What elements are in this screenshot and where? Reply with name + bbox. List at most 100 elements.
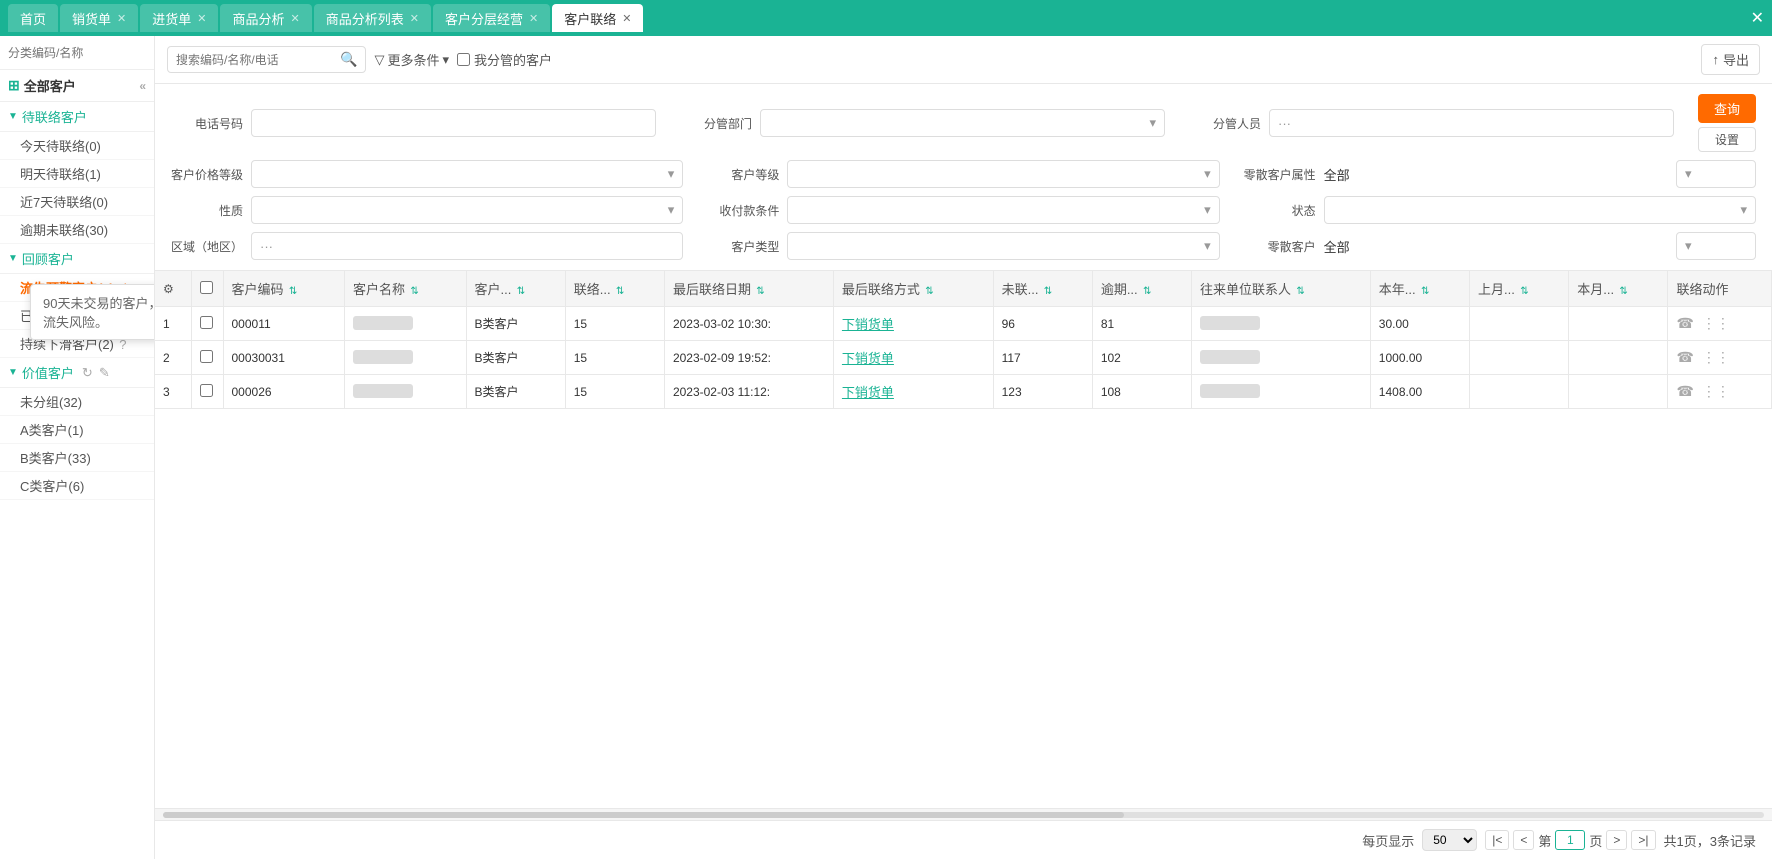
price-level-select[interactable] bbox=[251, 160, 683, 188]
tab-customer-segment[interactable]: 客户分层经营 ✕ bbox=[433, 4, 550, 32]
more-action-icon[interactable]: ⋮⋮ bbox=[1702, 315, 1730, 332]
sidebar-item-7days[interactable]: 近7天待联络(0) bbox=[0, 188, 154, 216]
row-checkbox[interactable] bbox=[200, 316, 213, 329]
th-no-contact: 未联... ⇅ bbox=[993, 271, 1092, 307]
refresh-icon[interactable]: ↻ bbox=[82, 365, 93, 381]
zero-retail-attr-select[interactable] bbox=[1676, 160, 1756, 188]
contact-icon[interactable]: ☎ bbox=[1676, 383, 1693, 400]
sort-contact-icon[interactable]: ⇅ bbox=[616, 286, 624, 297]
last-page-button[interactable]: >| bbox=[1631, 830, 1655, 850]
more-conditions-btn[interactable]: ▽ 更多条件 ▾ bbox=[374, 50, 449, 69]
select-all-checkbox[interactable] bbox=[200, 281, 213, 294]
page-label: 第 bbox=[1538, 831, 1551, 850]
query-button[interactable]: 查询 bbox=[1698, 94, 1756, 123]
sidebar-group-review[interactable]: ▼ 回顾客户 bbox=[0, 244, 154, 274]
page-number-input[interactable] bbox=[1555, 830, 1585, 850]
sort-code-icon[interactable]: ⇅ bbox=[289, 286, 297, 297]
sort-last-month-icon[interactable]: ⇅ bbox=[1520, 286, 1528, 297]
sort-this-year-icon[interactable]: ⇅ bbox=[1421, 286, 1429, 297]
th-checkbox[interactable] bbox=[191, 271, 223, 307]
search-button[interactable]: 🔍 bbox=[340, 51, 357, 68]
customer-level-select[interactable] bbox=[787, 160, 1219, 188]
tab-purchase-close[interactable]: ✕ bbox=[197, 12, 206, 25]
dept-select[interactable] bbox=[760, 109, 1165, 137]
last-contact-type-link[interactable]: 下销货单 bbox=[842, 317, 894, 332]
cell-checkbox[interactable] bbox=[191, 307, 223, 341]
sort-name-icon[interactable]: ⇅ bbox=[410, 286, 418, 297]
row-checkbox[interactable] bbox=[200, 384, 213, 397]
cell-checkbox[interactable] bbox=[191, 375, 223, 409]
tab-sales-close[interactable]: ✕ bbox=[117, 12, 126, 25]
tab-customer-contact-close[interactable]: ✕ bbox=[622, 12, 631, 25]
more-action-icon[interactable]: ⋮⋮ bbox=[1702, 349, 1730, 366]
status-chevron-icon bbox=[1740, 202, 1747, 218]
search-input[interactable] bbox=[176, 53, 336, 67]
sidebar-item-overdue[interactable]: 逾期未联络(30) bbox=[0, 216, 154, 244]
sidebar-item-b-class[interactable]: B类客户(33) bbox=[0, 444, 154, 472]
area-input[interactable]: ··· bbox=[251, 232, 683, 260]
th-settings[interactable]: ⚙ bbox=[155, 271, 191, 307]
page-unit: 页 bbox=[1589, 831, 1602, 850]
status-select[interactable] bbox=[1324, 196, 1756, 224]
sort-unit-contact-icon[interactable]: ⇅ bbox=[1296, 286, 1304, 297]
tab-product-analysis[interactable]: 商品分析 ✕ bbox=[220, 4, 311, 32]
sidebar-item-tomorrow[interactable]: 明天待联络(1) bbox=[0, 160, 154, 188]
sort-no-contact-icon[interactable]: ⇅ bbox=[1044, 286, 1052, 297]
last-contact-type-link[interactable]: 下销货单 bbox=[842, 385, 894, 400]
prev-page-button[interactable]: < bbox=[1513, 830, 1534, 850]
last-contact-type-link[interactable]: 下销货单 bbox=[842, 351, 894, 366]
sidebar-group-pending[interactable]: ▼ 待联络客户 bbox=[0, 102, 154, 132]
tab-customer-contact[interactable]: 客户联络 ✕ bbox=[552, 4, 643, 32]
tab-purchase[interactable]: 进货单 ✕ bbox=[140, 4, 218, 32]
sort-date-icon[interactable]: ⇅ bbox=[756, 286, 764, 297]
sort-this-month-icon[interactable]: ⇅ bbox=[1619, 286, 1627, 297]
sidebar-item-a-class[interactable]: A类客户(1) bbox=[0, 416, 154, 444]
settings-button[interactable]: 设置 bbox=[1698, 127, 1756, 152]
table-footer: 每页显示 50 100 |< < 第 页 > >| 共1页，3条记录 bbox=[155, 820, 1772, 859]
tab-product-analysis-list-close[interactable]: ✕ bbox=[410, 12, 419, 25]
sidebar-group-value[interactable]: ▼ 价值客户 ↻ ✎ bbox=[0, 358, 154, 388]
table-container: ⚙ 客户编码 ⇅ 客户名称 ⇅ 客户... ⇅ bbox=[155, 271, 1772, 808]
sidebar-search-input[interactable] bbox=[8, 46, 155, 60]
payment-select[interactable] bbox=[787, 196, 1219, 224]
export-button[interactable]: ↑ 导出 bbox=[1701, 44, 1760, 75]
scrollbar-thumb[interactable] bbox=[163, 812, 1124, 818]
per-page-select[interactable]: 50 100 bbox=[1422, 829, 1477, 851]
tab-home[interactable]: 首页 bbox=[8, 4, 58, 32]
sidebar-collapse-icon[interactable]: « bbox=[139, 79, 146, 93]
sort-last-type-icon[interactable]: ⇅ bbox=[925, 286, 933, 297]
sidebar-all-customers[interactable]: ⊞ 全部客户 « bbox=[0, 70, 154, 102]
sidebar-item-ungroups[interactable]: 未分组(32) bbox=[0, 388, 154, 416]
next-page-button[interactable]: > bbox=[1606, 830, 1627, 850]
sort-type-icon[interactable]: ⇅ bbox=[517, 286, 525, 297]
sidebar-item-today[interactable]: 今天待联络(0) bbox=[0, 132, 154, 160]
cell-checkbox[interactable] bbox=[191, 341, 223, 375]
zero-retail-select[interactable] bbox=[1676, 232, 1756, 260]
manager-input[interactable]: ··· bbox=[1269, 109, 1674, 137]
my-customers-checkbox[interactable]: 我分管的客户 bbox=[457, 50, 552, 69]
customers-table: ⚙ 客户编码 ⇅ 客户名称 ⇅ 客户... ⇅ bbox=[155, 271, 1772, 409]
tab-sales[interactable]: 销货单 ✕ bbox=[60, 4, 138, 32]
field-price-level: 客户价格等级 bbox=[171, 160, 683, 188]
more-action-icon[interactable]: ⋮⋮ bbox=[1702, 383, 1730, 400]
tab-customer-segment-close[interactable]: ✕ bbox=[529, 12, 538, 25]
edit-icon[interactable]: ✎ bbox=[99, 365, 110, 381]
row-checkbox[interactable] bbox=[200, 350, 213, 363]
contact-icon[interactable]: ☎ bbox=[1676, 349, 1693, 366]
field-customer-type: 客户类型 bbox=[707, 232, 1219, 260]
tab-product-analysis-list[interactable]: 商品分析列表 ✕ bbox=[314, 4, 431, 32]
my-customers-check[interactable] bbox=[457, 53, 470, 66]
contact-icon[interactable]: ☎ bbox=[1676, 315, 1693, 332]
close-all-button[interactable]: ✕ bbox=[1751, 8, 1764, 28]
tab-sales-label: 销货单 bbox=[72, 9, 111, 28]
phone-input[interactable] bbox=[251, 109, 656, 137]
first-page-button[interactable]: |< bbox=[1485, 830, 1509, 850]
horizontal-scrollbar[interactable] bbox=[155, 808, 1772, 820]
tab-customer-segment-label: 客户分层经营 bbox=[445, 9, 523, 28]
sidebar-item-c-class[interactable]: C类客户(6) bbox=[0, 472, 154, 500]
tab-product-analysis-close[interactable]: ✕ bbox=[291, 12, 300, 25]
sort-overdue-icon[interactable]: ⇅ bbox=[1143, 286, 1151, 297]
customer-type-select[interactable] bbox=[787, 232, 1219, 260]
gender-select[interactable] bbox=[251, 196, 683, 224]
th-code: 客户编码 ⇅ bbox=[223, 271, 345, 307]
